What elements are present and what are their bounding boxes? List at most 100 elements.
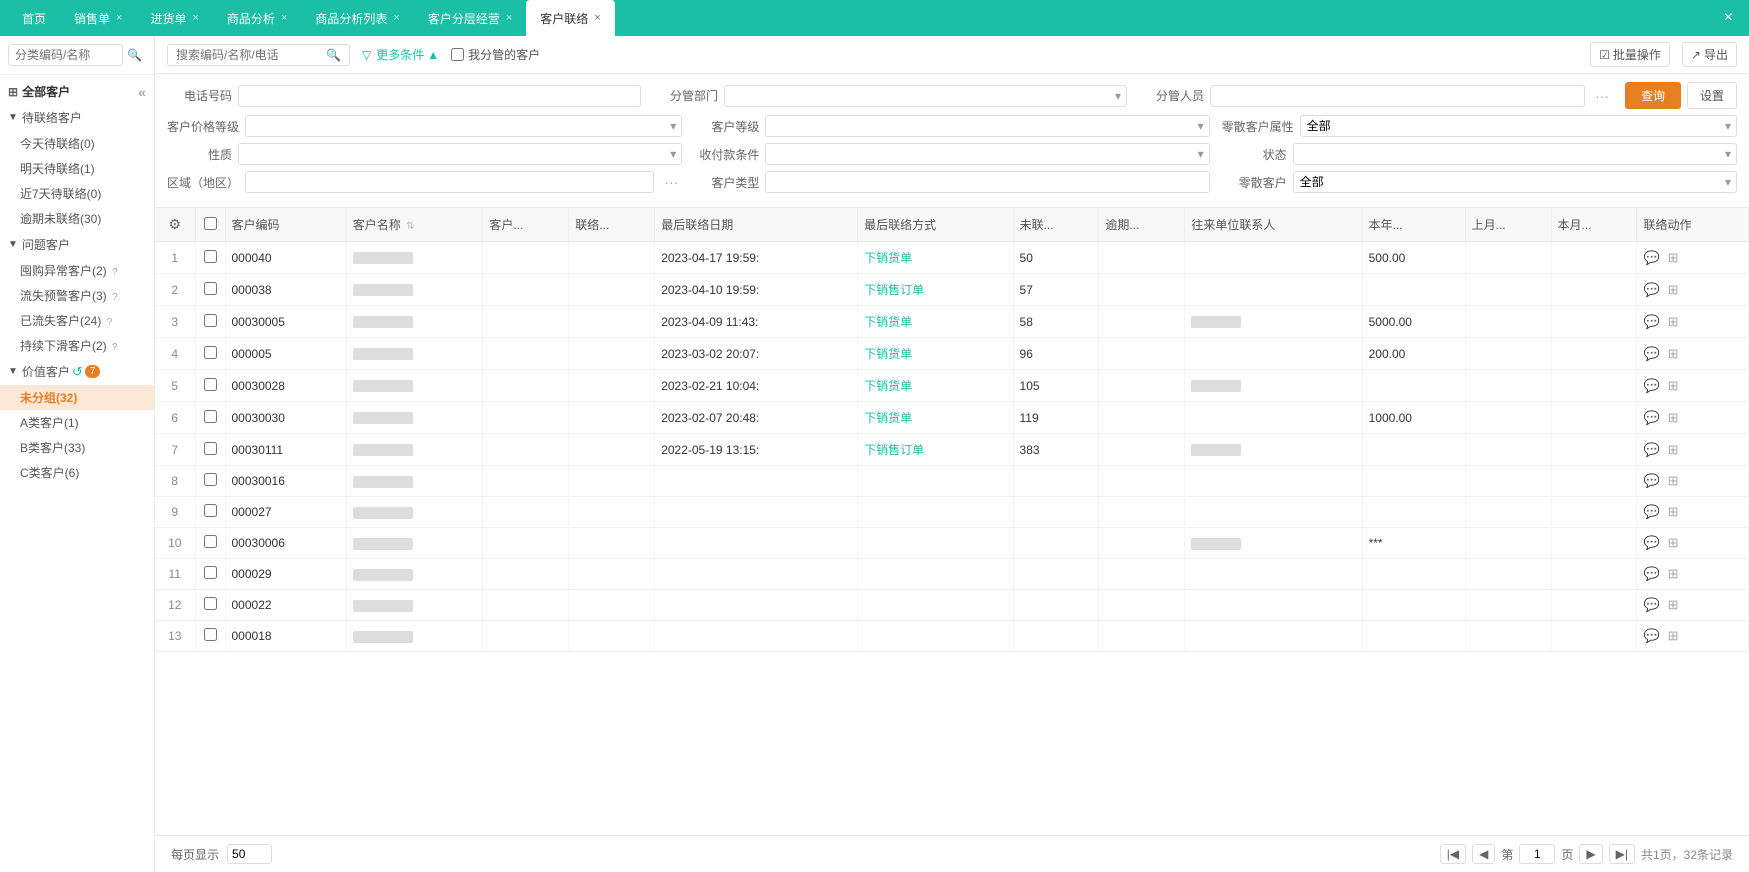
sidebar-item-class-a[interactable]: A类客户(1) (0, 410, 154, 435)
message-action-icon[interactable]: 💬 (1643, 535, 1659, 551)
sidebar-item-class-c[interactable]: C类客户(6) (0, 460, 154, 485)
more-action-icon[interactable]: ⊞ (1668, 566, 1679, 582)
close-icon[interactable]: × (192, 12, 198, 24)
sidebar-item-week-pending[interactable]: 近7天待联络(0) (0, 181, 154, 206)
window-close-button[interactable]: × (1716, 9, 1741, 27)
sidebar-item-warning[interactable]: 流失预警客户(3) ? (0, 283, 154, 308)
nav-tab-home[interactable]: 首页 (8, 0, 60, 36)
filter-person-input[interactable] (1210, 85, 1585, 107)
nav-tab-customer-segment[interactable]: 客户分层经营 × (414, 0, 526, 36)
sort-icon[interactable]: ⇅ (406, 221, 414, 232)
more-action-icon[interactable]: ⊞ (1668, 535, 1679, 551)
sidebar-group-pending[interactable]: ▼ 待联络客户 (0, 104, 154, 131)
next-page-button[interactable]: ▶ (1579, 844, 1602, 864)
message-action-icon[interactable]: 💬 (1643, 410, 1659, 426)
last-type-link[interactable]: 下销售订单 (864, 443, 924, 457)
row-select-checkbox[interactable] (204, 378, 217, 391)
nav-tab-customer-contact[interactable]: 客户联络 × (526, 0, 614, 36)
export-button[interactable]: ↗ 导出 (1682, 42, 1737, 67)
message-action-icon[interactable]: 💬 (1643, 250, 1659, 266)
message-action-icon[interactable]: 💬 (1643, 628, 1659, 644)
query-button[interactable]: 查询 (1625, 82, 1681, 109)
message-action-icon[interactable]: 💬 (1643, 378, 1659, 394)
reset-button[interactable]: 设置 (1687, 82, 1737, 109)
more-action-icon[interactable]: ⊞ (1668, 346, 1679, 362)
batch-operations-button[interactable]: ☑ 批量操作 (1590, 42, 1670, 67)
close-icon[interactable]: × (116, 12, 122, 24)
sidebar-item-overdue-pending[interactable]: 逾期未联络(30) (0, 206, 154, 231)
more-conditions-button[interactable]: ▽ 更多条件 ▲ (362, 46, 439, 63)
more-action-icon[interactable]: ⊞ (1668, 473, 1679, 489)
more-action-icon[interactable]: ⊞ (1668, 282, 1679, 298)
filter-customer-type-input[interactable] (765, 171, 1209, 193)
last-type-link[interactable]: 下销货单 (864, 315, 912, 329)
sidebar-collapse-button[interactable]: « (138, 84, 146, 100)
settings-gear-button[interactable]: ⚙ (168, 216, 181, 233)
sidebar-group-problem[interactable]: ▼ 问题客户 (0, 231, 154, 258)
sidebar-item-abnormal[interactable]: 囤购异常客户(2) ? (0, 258, 154, 283)
ellipsis-icon[interactable]: ··· (660, 174, 682, 190)
message-action-icon[interactable]: 💬 (1643, 597, 1659, 613)
message-action-icon[interactable]: 💬 (1643, 504, 1659, 520)
filter-status-select[interactable] (1293, 143, 1737, 165)
filter-price-level-select[interactable] (245, 115, 682, 137)
close-icon[interactable]: × (393, 12, 399, 24)
last-type-link[interactable]: 下销货单 (864, 411, 912, 425)
more-action-icon[interactable]: ⊞ (1668, 378, 1679, 394)
sidebar-search-button[interactable]: 🔍 (123, 48, 146, 62)
filter-retail-attr-select[interactable]: 全部 (1300, 115, 1737, 137)
row-select-checkbox[interactable] (204, 504, 217, 517)
prev-page-button[interactable]: ◀ (1472, 844, 1495, 864)
sidebar-item-declining[interactable]: 持续下滑客户(2) ? (0, 333, 154, 358)
row-select-checkbox[interactable] (204, 250, 217, 263)
refresh-icon[interactable]: ↺ (72, 364, 83, 380)
first-page-button[interactable]: |◀ (1440, 844, 1466, 864)
filter-region-input[interactable] (245, 171, 654, 193)
my-customers-checkbox[interactable] (451, 48, 464, 61)
row-select-checkbox[interactable] (204, 442, 217, 455)
ellipsis-icon[interactable]: ··· (1591, 88, 1613, 104)
more-action-icon[interactable]: ⊞ (1668, 628, 1679, 644)
message-action-icon[interactable]: 💬 (1643, 346, 1659, 362)
row-select-checkbox[interactable] (204, 473, 217, 486)
message-action-icon[interactable]: 💬 (1643, 473, 1659, 489)
close-icon[interactable]: × (594, 12, 600, 24)
filter-customer-level-select[interactable] (765, 115, 1209, 137)
message-action-icon[interactable]: 💬 (1643, 442, 1659, 458)
message-action-icon[interactable]: 💬 (1643, 566, 1659, 582)
row-select-checkbox[interactable] (204, 282, 217, 295)
filter-dept-select[interactable] (724, 85, 1127, 107)
sidebar-item-class-b[interactable]: B类客户(33) (0, 435, 154, 460)
row-select-checkbox[interactable] (204, 628, 217, 641)
row-select-checkbox[interactable] (204, 597, 217, 610)
more-action-icon[interactable]: ⊞ (1668, 442, 1679, 458)
more-action-icon[interactable]: ⊞ (1668, 410, 1679, 426)
filter-gender-select[interactable] (238, 143, 682, 165)
sidebar-all-customers-header[interactable]: ⊞ 全部客户 « (0, 75, 154, 104)
more-action-icon[interactable]: ⊞ (1668, 504, 1679, 520)
page-size-select[interactable]: 50 10 20 100 (227, 844, 272, 864)
page-number-input[interactable] (1519, 844, 1555, 864)
nav-tab-sales[interactable]: 销售单 × (60, 0, 136, 36)
nav-tab-analysis-list[interactable]: 商品分析列表 × (301, 0, 413, 36)
filter-phone-input[interactable] (238, 85, 641, 107)
row-select-checkbox[interactable] (204, 346, 217, 359)
row-select-checkbox[interactable] (204, 314, 217, 327)
sidebar-item-unclassified[interactable]: 未分组(32) (0, 385, 154, 410)
more-action-icon[interactable]: ⊞ (1668, 250, 1679, 266)
row-select-checkbox[interactable] (204, 566, 217, 579)
more-action-icon[interactable]: ⊞ (1668, 597, 1679, 613)
close-icon[interactable]: × (506, 12, 512, 24)
last-type-link[interactable]: 下销货单 (864, 251, 912, 265)
row-select-checkbox[interactable] (204, 410, 217, 423)
sidebar-item-tomorrow-pending[interactable]: 明天待联络(1) (0, 156, 154, 181)
message-action-icon[interactable]: 💬 (1643, 282, 1659, 298)
last-type-link[interactable]: 下销货单 (864, 347, 912, 361)
sidebar-item-today-pending[interactable]: 今天待联络(0) (0, 131, 154, 156)
sidebar-search-input[interactable] (8, 44, 123, 66)
last-type-link[interactable]: 下销货单 (864, 379, 912, 393)
nav-tab-analysis[interactable]: 商品分析 × (213, 0, 301, 36)
last-page-button[interactable]: ▶| (1609, 844, 1635, 864)
filter-search-input[interactable] (176, 48, 326, 62)
message-action-icon[interactable]: 💬 (1643, 314, 1659, 330)
